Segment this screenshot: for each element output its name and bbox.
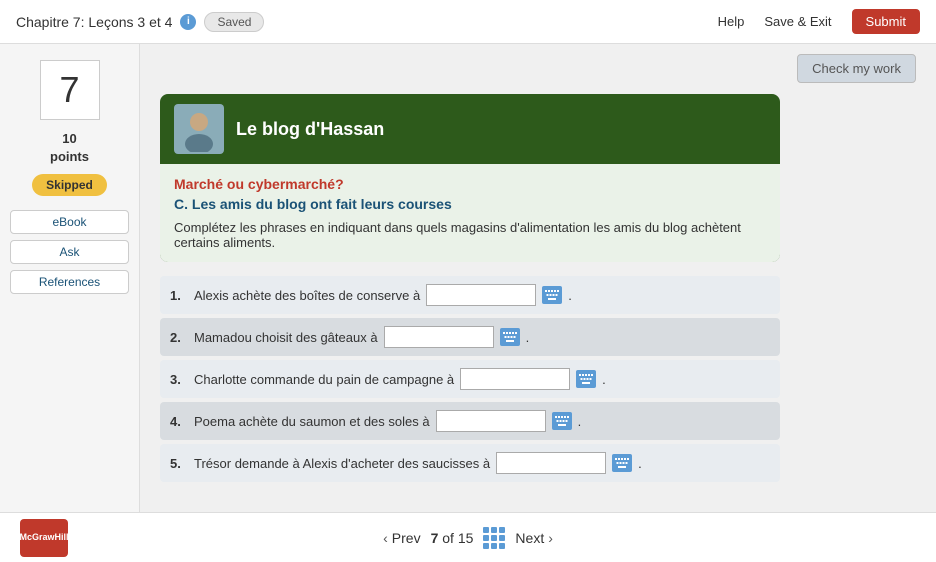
- total-pages: 15: [458, 530, 474, 546]
- keyboard-icon-svg-3: [579, 374, 593, 384]
- row-text-before-2: Mamadou choisit des gâteaux à: [194, 330, 378, 345]
- dot-sep-1: .: [568, 288, 572, 303]
- row-text-before-3: Charlotte commande du pain de campagne à: [194, 372, 454, 387]
- save-exit-link[interactable]: Save & Exit: [764, 14, 831, 29]
- blog-title: Le blog d'Hassan: [236, 119, 384, 140]
- page-info: 7 of 15: [431, 530, 474, 546]
- exercise-row-1: 1. Alexis achète des boîtes de conserve …: [160, 276, 780, 314]
- question-number-box: 7: [40, 60, 100, 120]
- dot-sep-3: .: [602, 372, 606, 387]
- row-num-4: 4.: [170, 414, 188, 429]
- row-num-2: 2.: [170, 330, 188, 345]
- ebook-link[interactable]: eBook: [10, 210, 129, 234]
- exercise-row-2: 2. Mamadou choisit des gâteaux à: [160, 318, 780, 356]
- submit-button[interactable]: Submit: [852, 9, 920, 34]
- keyboard-icon-svg-4: [555, 416, 569, 426]
- skipped-button[interactable]: Skipped: [32, 174, 107, 196]
- points-value: 10: [62, 131, 76, 146]
- keyboard-button-2[interactable]: [500, 328, 520, 346]
- exercise-row-3: 3. Charlotte commande du pain de campagn…: [160, 360, 780, 398]
- content-area: Check my work Le blog d'Hassan Marché ou…: [140, 44, 936, 562]
- prev-label: Prev: [392, 530, 421, 546]
- answer-input-1[interactable]: [426, 284, 536, 306]
- dot-sep-2: .: [526, 330, 530, 345]
- chevron-left-icon: ‹: [383, 530, 388, 546]
- keyboard-button-4[interactable]: [552, 412, 572, 430]
- row-num-1: 1.: [170, 288, 188, 303]
- info-icon[interactable]: i: [180, 14, 196, 30]
- question-number: 7: [59, 69, 79, 111]
- next-button[interactable]: Next ›: [515, 530, 552, 546]
- exercise-row-5: 5. Trésor demande à Alexis d'acheter des…: [160, 444, 780, 482]
- row-text-before-1: Alexis achète des boîtes de conserve à: [194, 288, 420, 303]
- ask-link[interactable]: Ask: [10, 240, 129, 264]
- header-right: Help Save & Exit Submit: [718, 9, 920, 34]
- answer-input-3[interactable]: [460, 368, 570, 390]
- row-text-before-4: Poema achète du saumon et des soles à: [194, 414, 430, 429]
- mcgrawhill-logo: Mc Graw Hill: [20, 519, 68, 557]
- footer: Mc Graw Hill ‹ Prev 7 of 15 Next ›: [0, 512, 936, 562]
- answer-input-2[interactable]: [384, 326, 494, 348]
- blog-avatar: [174, 104, 224, 154]
- exercise-area: 1. Alexis achète des boîtes de conserve …: [160, 276, 780, 482]
- dot-sep-5: .: [638, 456, 642, 471]
- answer-input-4[interactable]: [436, 410, 546, 432]
- blog-body: Marché ou cybermarché? C. Les amis du bl…: [160, 164, 780, 262]
- next-label: Next: [515, 530, 544, 546]
- keyboard-icon-svg-5: [615, 458, 629, 468]
- points-label: 10 points: [50, 130, 89, 166]
- keyboard-button-1[interactable]: [542, 286, 562, 304]
- dot-sep-4: .: [578, 414, 582, 429]
- blog-subtitle-blue: C. Les amis du blog ont fait leurs cours…: [174, 196, 766, 212]
- keyboard-icon-svg-1: [545, 290, 559, 300]
- keyboard-button-3[interactable]: [576, 370, 596, 388]
- keyboard-button-5[interactable]: [612, 454, 632, 472]
- blog-subtitle-red: Marché ou cybermarché?: [174, 176, 766, 192]
- pagination: ‹ Prev 7 of 15 Next ›: [383, 527, 553, 549]
- chapter-title: Chapitre 7: Leçons 3 et 4: [16, 14, 172, 30]
- header-left: Chapitre 7: Leçons 3 et 4 i Saved: [16, 12, 264, 32]
- sidebar-links: eBook Ask References: [10, 210, 129, 294]
- check-my-work-button[interactable]: Check my work: [797, 54, 916, 83]
- blog-header: Le blog d'Hassan: [160, 94, 780, 164]
- of-label: of: [442, 530, 458, 546]
- blog-description: Complétez les phrases en indiquant dans …: [174, 220, 766, 250]
- help-link[interactable]: Help: [718, 14, 745, 29]
- row-text-before-5: Trésor demande à Alexis d'acheter des sa…: [194, 456, 490, 471]
- row-num-5: 5.: [170, 456, 188, 471]
- header: Chapitre 7: Leçons 3 et 4 i Saved Help S…: [0, 0, 936, 44]
- saved-badge: Saved: [204, 12, 264, 32]
- avatar-image: [176, 106, 222, 152]
- points-text: points: [50, 149, 89, 164]
- exercise-row-4: 4. Poema achète du saumon et des soles à: [160, 402, 780, 440]
- blog-card: Le blog d'Hassan Marché ou cybermarché? …: [160, 94, 780, 262]
- prev-button[interactable]: ‹ Prev: [383, 530, 420, 546]
- row-num-3: 3.: [170, 372, 188, 387]
- sidebar: 7 10 points Skipped eBook Ask References: [0, 44, 140, 562]
- main-layout: 7 10 points Skipped eBook Ask References…: [0, 44, 936, 562]
- keyboard-icon-svg-2: [503, 332, 517, 342]
- chevron-right-icon: ›: [548, 530, 553, 546]
- current-page: 7: [431, 530, 439, 546]
- answer-input-5[interactable]: [496, 452, 606, 474]
- grid-view-icon[interactable]: [483, 527, 505, 549]
- references-link[interactable]: References: [10, 270, 129, 294]
